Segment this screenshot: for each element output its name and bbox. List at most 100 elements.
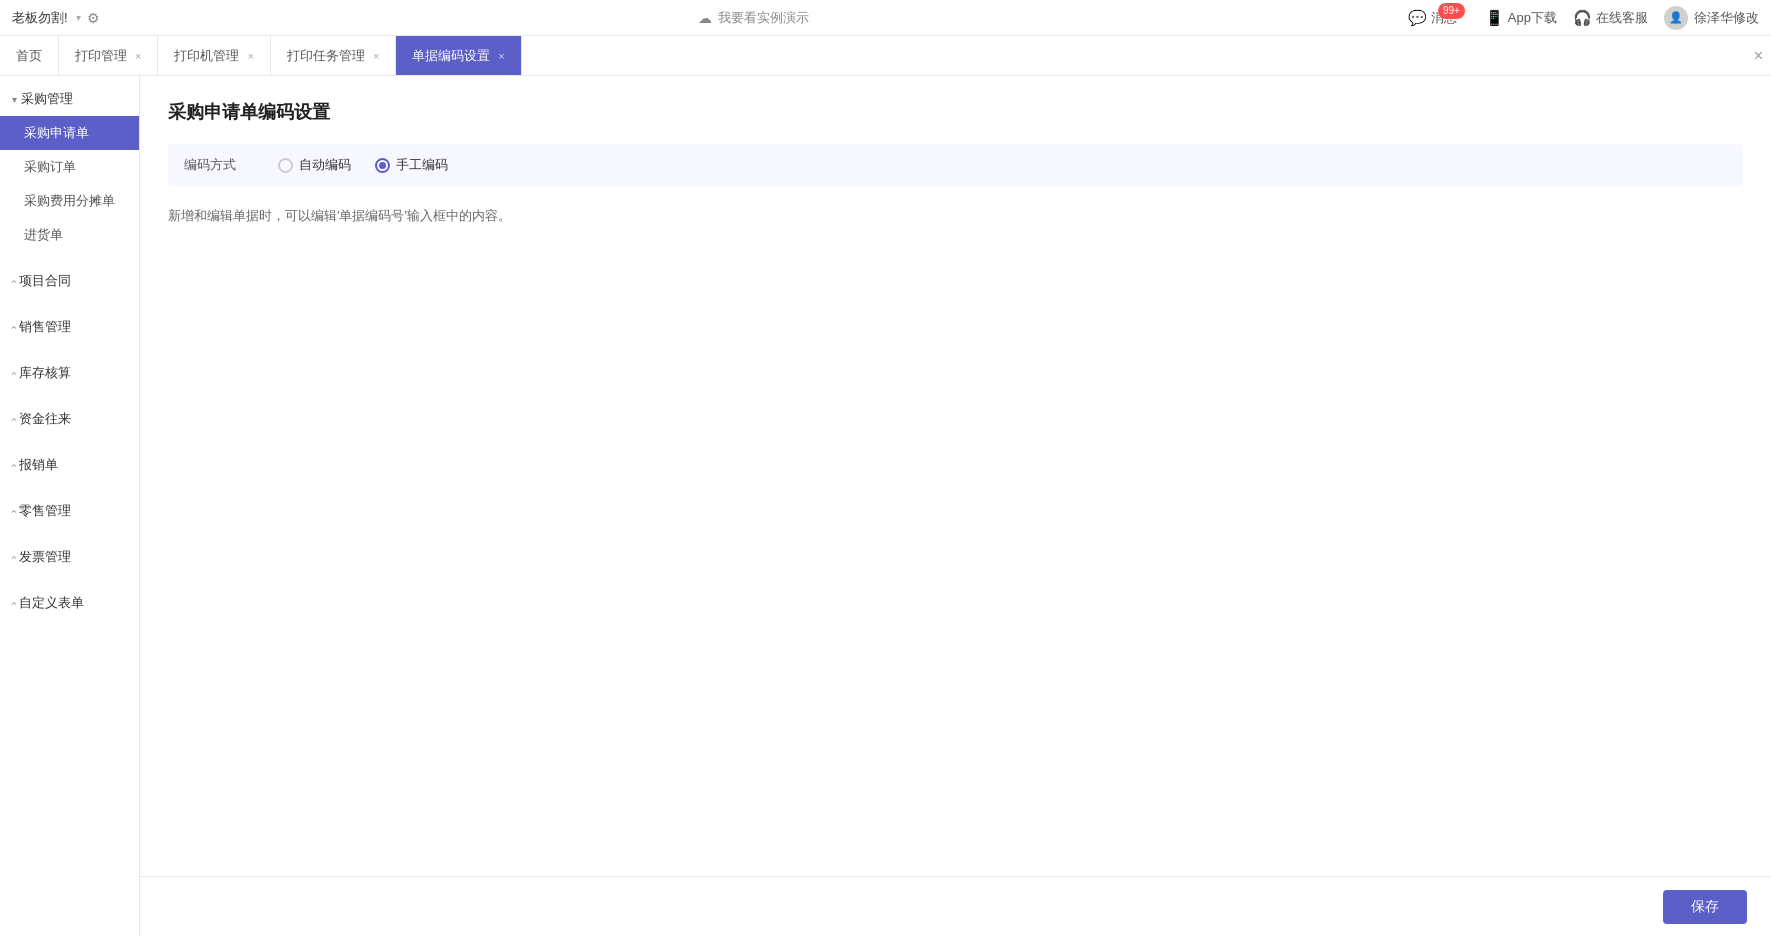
content-area: 采购申请单编码设置 编码方式 自动编码 手工编码 新增和编辑单据时，可以编辑'单… [140,76,1771,936]
tab-print-task-mgmt-close[interactable]: × [373,50,379,62]
tab-single-code-setting-label: 单据编码设置 [412,47,490,65]
sidebar-group-project-label: 项目合同 [19,272,71,290]
radio-manual[interactable]: 手工编码 [375,156,448,174]
sidebar-group-capital-label: 资金往来 [19,410,71,428]
tab-print-task-mgmt-label: 打印任务管理 [287,47,365,65]
radio-auto-circle [278,158,293,173]
sidebar-group-custom-label: 自定义表单 [19,594,84,612]
content-footer: 保存 [140,876,1771,936]
app-download-btn[interactable]: 📱 App下载 [1485,9,1557,27]
arrow-inventory-icon: › [8,371,19,374]
cloud-icon: ☁ [698,10,712,26]
sidebar-group-returns-label: 报销单 [19,456,58,474]
arrow-sales-icon: › [8,325,19,328]
arrow-custom-icon: › [8,601,19,604]
main-layout: ▾ 采购管理 采购申请单 采购订单 采购费用分摊单 进货单 › 项目合同 [0,76,1771,936]
radio-auto[interactable]: 自动编码 [278,156,351,174]
sidebar-item-purchase-expense[interactable]: 采购费用分摊单 [0,184,139,218]
settings-icon[interactable]: ⚙ [87,10,100,26]
sidebar-group-returns-title[interactable]: › 报销单 [0,448,139,482]
sidebar-group-retail-title[interactable]: › 零售管理 [0,494,139,528]
arrow-invoice-icon: › [8,555,19,558]
sidebar-group-capital-title[interactable]: › 资金往来 [0,402,139,436]
tab-single-code-setting-close[interactable]: × [498,50,504,62]
page-title: 采购申请单编码设置 [168,100,1743,124]
encoding-row: 编码方式 自动编码 手工编码 [168,144,1743,186]
radio-auto-label: 自动编码 [299,156,351,174]
hint-text: 新增和编辑单据时，可以编辑'单据编码号'输入框中的内容。 [168,206,1743,227]
chevron-down-icon[interactable]: ▾ [76,12,81,23]
sidebar-item-inbound[interactable]: 进货单 [0,218,139,252]
sidebar-group-purchase: ▾ 采购管理 采购申请单 采购订单 采购费用分摊单 进货单 [0,76,139,258]
online-service-btn[interactable]: 🎧 在线客服 [1573,9,1648,27]
sidebar-group-sales: › 销售管理 [0,304,139,350]
tab-close-all[interactable]: × [1754,47,1763,65]
app-icon: 📱 [1485,9,1504,27]
sidebar-group-invoice-title[interactable]: › 发票管理 [0,540,139,574]
service-icon: 🎧 [1573,9,1592,27]
sidebar-group-purchase-label: 采购管理 [21,90,73,108]
arrow-capital-icon: › [8,417,19,420]
app-label: App下载 [1508,9,1557,27]
save-button[interactable]: 保存 [1663,890,1747,924]
sidebar-group-sales-title[interactable]: › 销售管理 [0,310,139,344]
top-bar-icons: ▾ ⚙ [76,10,100,26]
sidebar-group-invoice-label: 发票管理 [19,548,71,566]
tab-printer-mgmt-close[interactable]: × [247,50,253,62]
arrow-returns-icon: › [8,463,19,466]
top-bar-right: 💬 消息 99+ 📱 App下载 🎧 在线客服 👤 徐泽华修改 [1408,6,1759,30]
radio-manual-label: 手工编码 [396,156,448,174]
sidebar-group-inventory: › 库存核算 [0,350,139,396]
brand-text[interactable]: 老板勿割! [12,9,68,27]
user-info[interactable]: 👤 徐泽华修改 [1664,6,1759,30]
message-badge: 99+ [1438,3,1465,19]
demo-link-text: 我要看实例演示 [718,9,809,27]
avatar: 👤 [1664,6,1688,30]
sidebar-group-project-title[interactable]: › 项目合同 [0,264,139,298]
sidebar-item-inbound-label: 进货单 [24,227,63,242]
top-bar-left: 老板勿割! ▾ ⚙ [12,9,100,27]
tab-printer-mgmt-label: 打印机管理 [174,47,239,65]
message-icon: 💬 [1408,9,1427,27]
content-main: 采购申请单编码设置 编码方式 自动编码 手工编码 新增和编辑单据时，可以编辑'单… [140,76,1771,876]
tab-print-mgmt-close[interactable]: × [135,50,141,62]
sidebar-group-retail: › 零售管理 [0,488,139,534]
tab-printer-mgmt[interactable]: 打印机管理 × [158,36,270,75]
sidebar-group-inventory-label: 库存核算 [19,364,71,382]
tab-home-label: 首页 [16,47,42,65]
sidebar-group-project: › 项目合同 [0,258,139,304]
tab-bar: 首页 打印管理 × 打印机管理 × 打印任务管理 × 单据编码设置 × × [0,36,1771,76]
tab-home[interactable]: 首页 [0,36,59,75]
sidebar: ▾ 采购管理 采购申请单 采购订单 采购费用分摊单 进货单 › 项目合同 [0,76,140,936]
tab-single-code-setting[interactable]: 单据编码设置 × [396,36,521,75]
sidebar-item-purchase-order-label: 采购订单 [24,159,76,174]
sidebar-group-retail-label: 零售管理 [19,502,71,520]
tab-print-task-mgmt[interactable]: 打印任务管理 × [271,36,396,75]
arrow-retail-icon: › [8,509,19,512]
sidebar-group-capital: › 资金往来 [0,396,139,442]
user-name: 徐泽华修改 [1694,9,1759,27]
radio-manual-circle [375,158,390,173]
service-label: 在线客服 [1596,9,1648,27]
sidebar-group-invoice: › 发票管理 [0,534,139,580]
sidebar-group-sales-label: 销售管理 [19,318,71,336]
sidebar-group-returns: › 报销单 [0,442,139,488]
tab-print-mgmt-label: 打印管理 [75,47,127,65]
arrow-icon: ▾ [12,94,17,105]
sidebar-group-purchase-title[interactable]: ▾ 采购管理 [0,82,139,116]
arrow-project-icon: › [8,279,19,282]
sidebar-group-inventory-title[interactable]: › 库存核算 [0,356,139,390]
top-bar: 老板勿割! ▾ ⚙ ☁ 我要看实例演示 💬 消息 99+ 📱 App下载 🎧 在… [0,0,1771,36]
tab-print-mgmt[interactable]: 打印管理 × [59,36,158,75]
tab-bar-wrapper: 首页 打印管理 × 打印机管理 × 打印任务管理 × 单据编码设置 × × [0,36,1771,75]
demo-link[interactable]: ☁ 我要看实例演示 [698,9,809,27]
sidebar-group-custom-title[interactable]: › 自定义表单 [0,586,139,620]
encoding-label: 编码方式 [184,156,254,174]
sidebar-group-custom: › 自定义表单 [0,580,139,626]
radio-group: 自动编码 手工编码 [278,156,448,174]
sidebar-item-purchase-request[interactable]: 采购申请单 [0,116,139,150]
message-btn[interactable]: 💬 消息 99+ [1408,9,1457,27]
sidebar-item-purchase-order[interactable]: 采购订单 [0,150,139,184]
sidebar-item-purchase-expense-label: 采购费用分摊单 [24,193,115,208]
sidebar-item-purchase-request-label: 采购申请单 [24,125,89,140]
